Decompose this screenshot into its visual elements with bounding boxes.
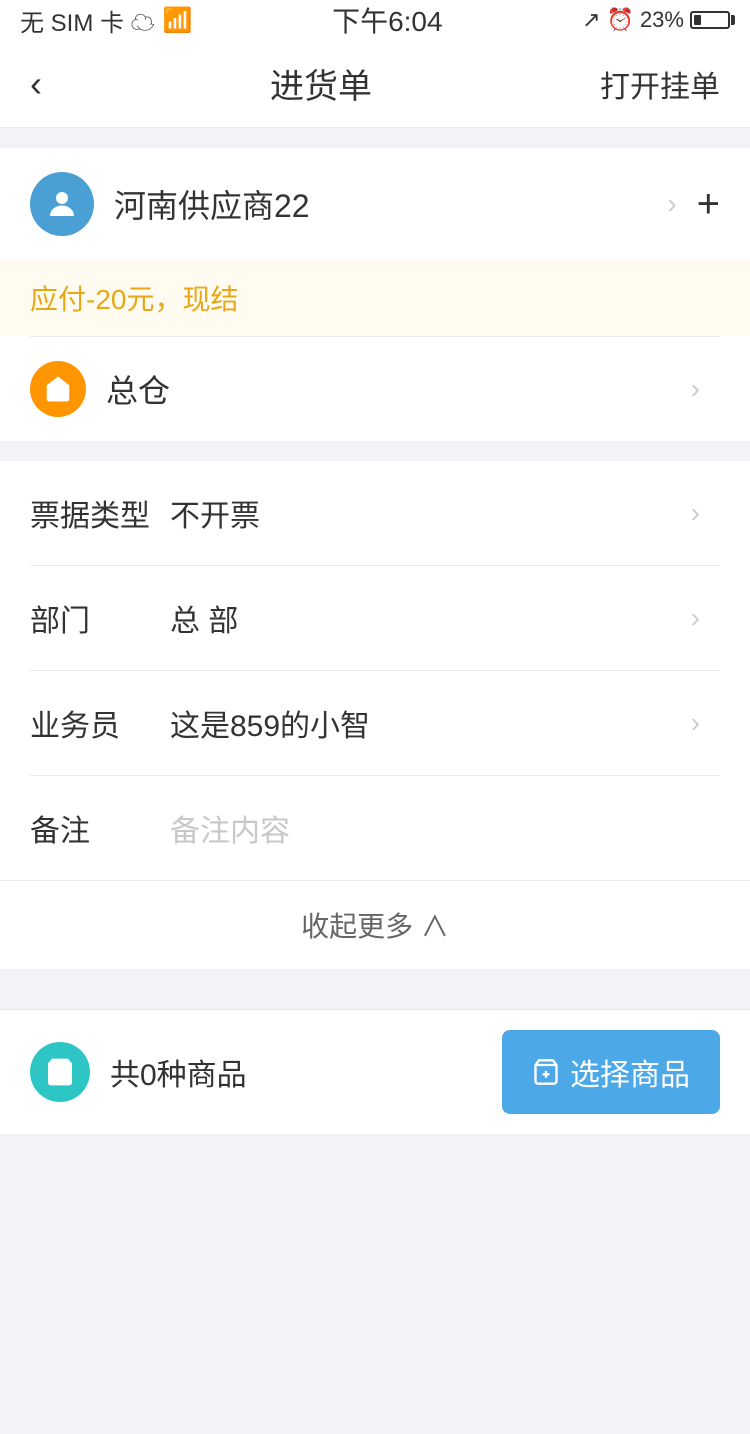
product-count: 共0种商品 <box>110 1050 502 1094</box>
select-product-button[interactable]: 选择商品 <box>502 1030 720 1114</box>
notice-bar: 应付-20元，现结 <box>0 260 750 336</box>
section-divider-2 <box>0 441 750 461</box>
supplier-avatar <box>30 172 94 236</box>
form-section: 票据类型 不开票 › 部门 总 部 › 业务员 这是859的小智 › 备注 备注… <box>0 461 750 969</box>
product-icon <box>30 1042 90 1102</box>
status-left: 无 SIM 卡 ☁ 📶 <box>20 3 193 38</box>
supplier-name: 河南供应商22 <box>114 181 667 227</box>
supplier-section: 河南供应商22 › + 应付-20元，现结 总仓 › <box>0 148 750 441</box>
page-background <box>0 1134 750 1434</box>
warehouse-name: 总仓 <box>106 366 691 412</box>
back-button[interactable]: ‹ <box>30 63 42 105</box>
remark-input[interactable]: 备注内容 <box>170 806 720 850</box>
status-right: ↗ ⏰ 23% <box>582 7 730 33</box>
department-chevron-icon: › <box>691 602 700 634</box>
bottom-bar: 共0种商品 选择商品 <box>0 1009 750 1134</box>
alarm-icon: ⏰ <box>607 7 634 33</box>
supplier-row[interactable]: 河南供应商22 › + <box>0 148 750 260</box>
warehouse-chevron-icon: › <box>691 373 700 405</box>
nav-bar: ‹ 进货单 打开挂单 <box>0 40 750 128</box>
remark-row[interactable]: 备注 备注内容 <box>0 776 750 880</box>
collapse-row[interactable]: 收起更多 ∧ <box>0 880 750 969</box>
supplier-chevron-icon: › <box>667 188 676 220</box>
section-divider-3 <box>0 969 750 989</box>
sim-status: 无 SIM 卡 ☁ <box>20 3 155 38</box>
salesperson-chevron-icon: › <box>691 707 700 739</box>
section-divider-1 <box>0 128 750 148</box>
invoice-type-chevron-icon: › <box>691 497 700 529</box>
battery-percent: 23% <box>640 7 684 33</box>
remark-label: 备注 <box>30 806 170 850</box>
add-supplier-button[interactable]: + <box>697 182 720 227</box>
select-product-label: 选择商品 <box>570 1050 690 1094</box>
warehouse-row[interactable]: 总仓 › <box>0 337 750 441</box>
invoice-type-row[interactable]: 票据类型 不开票 › <box>0 461 750 565</box>
department-row[interactable]: 部门 总 部 › <box>0 566 750 670</box>
salesperson-label: 业务员 <box>30 701 170 745</box>
collapse-button[interactable]: 收起更多 ∧ <box>301 905 449 945</box>
wifi-icon: 📶 <box>163 6 193 35</box>
department-label: 部门 <box>30 596 170 640</box>
department-value: 总 部 <box>170 596 691 640</box>
warehouse-icon <box>30 361 86 417</box>
location-icon: ↗ <box>582 7 600 33</box>
salesperson-value: 这是859的小智 <box>170 701 691 745</box>
salesperson-row[interactable]: 业务员 这是859的小智 › <box>0 671 750 775</box>
invoice-type-value: 不开票 <box>170 491 691 535</box>
status-time: 下午6:04 <box>332 0 443 40</box>
status-bar: 无 SIM 卡 ☁ 📶 下午6:04 ↗ ⏰ 23% <box>0 0 750 40</box>
page-title: 进货单 <box>270 59 372 108</box>
invoice-type-label: 票据类型 <box>30 491 170 535</box>
open-pending-button[interactable]: 打开挂单 <box>600 62 720 106</box>
battery-icon <box>690 11 730 29</box>
